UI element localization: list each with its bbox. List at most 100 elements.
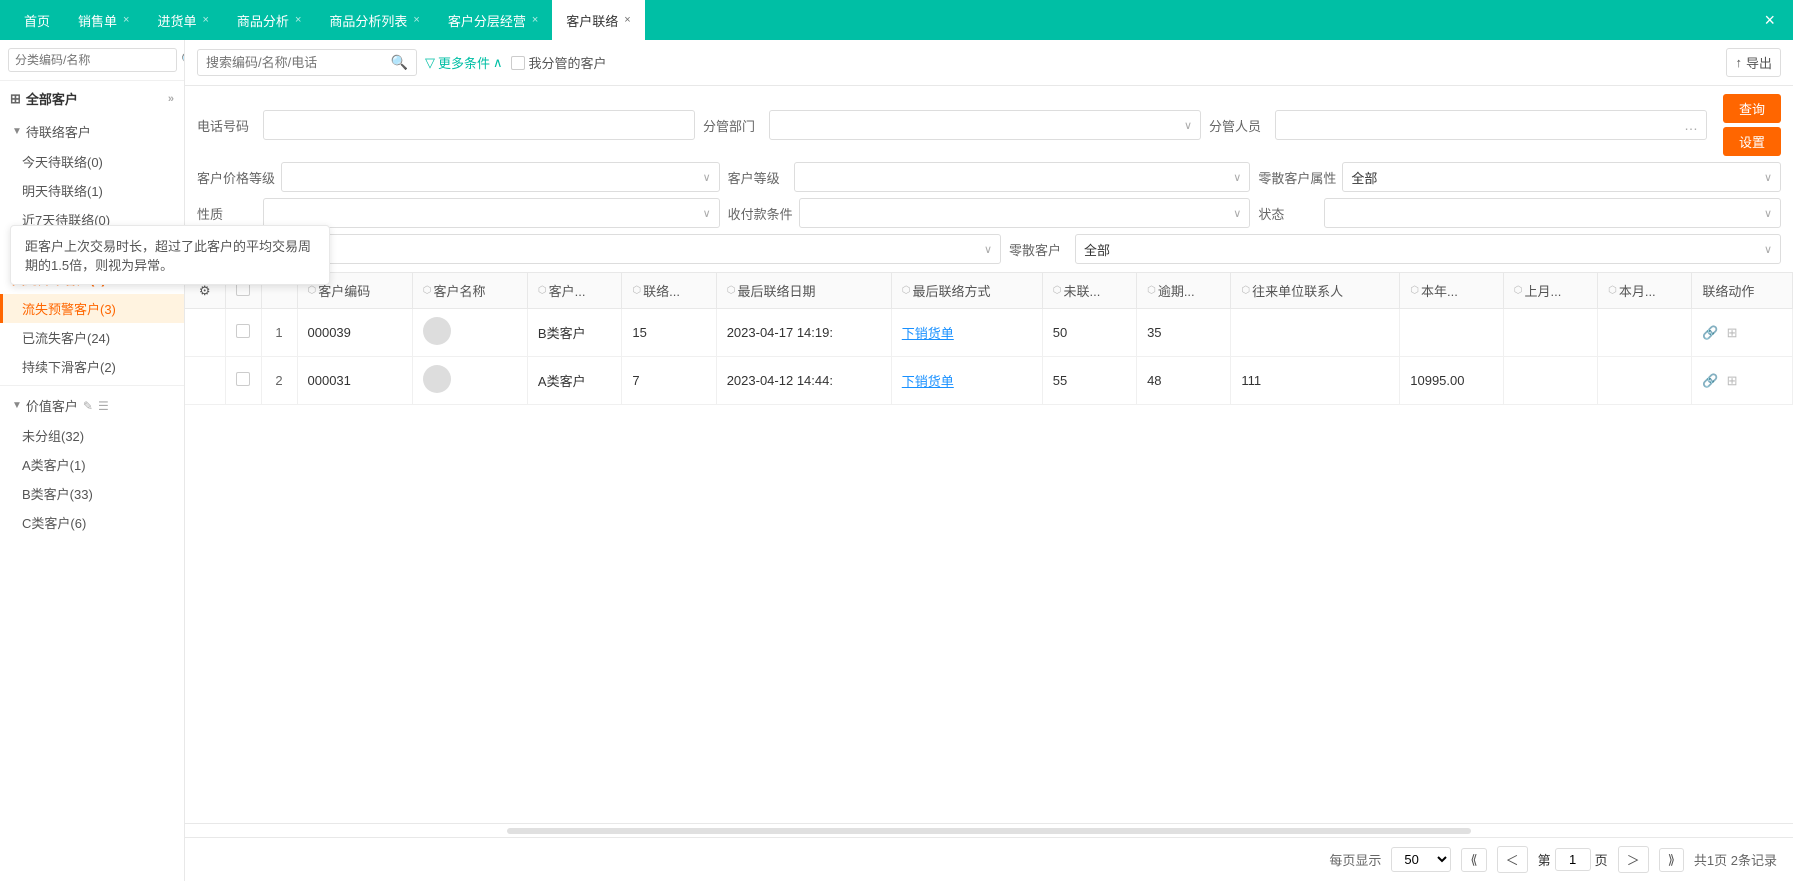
sort-icon[interactable]: ⬡ — [308, 285, 317, 296]
sidebar-search-area: 🔍 — [0, 40, 184, 81]
filter-retail-customer: 零散客户 全部 ∨ — [1009, 234, 1781, 264]
retail-customer-select[interactable]: 全部 ∨ — [1075, 234, 1781, 264]
grid-action-icon[interactable]: ⊞ — [1727, 373, 1738, 389]
next-page-button[interactable]: ＞ — [1618, 846, 1649, 873]
more-conditions-button[interactable]: ▽ 更多条件 ∧ — [425, 53, 503, 72]
my-customers-checkbox[interactable] — [511, 56, 525, 70]
sidebar-item-class-b[interactable]: B类客户(33) — [0, 479, 184, 508]
row-checkbox[interactable] — [236, 324, 250, 338]
close-icon[interactable]: × — [532, 14, 538, 26]
collapse-icon[interactable]: » — [168, 93, 174, 105]
sidebar-pending-group[interactable]: ▼ 待联络客户 — [0, 116, 184, 147]
action-icons: 🔗 ⊞ — [1702, 373, 1782, 389]
dept-select[interactable]: ∨ — [769, 110, 1201, 140]
nav-sales[interactable]: 销售单 × — [64, 0, 143, 40]
row-contact: 7 — [622, 357, 716, 405]
row-this-month — [1598, 357, 1692, 405]
action-icons: 🔗 ⊞ — [1702, 325, 1782, 341]
close-icon[interactable]: × — [413, 14, 419, 26]
row-type: B类客户 — [527, 309, 621, 357]
sidebar-item-class-a[interactable]: A类客户(1) — [0, 450, 184, 479]
nav-customer-contact[interactable]: 客户联络 × — [552, 0, 644, 40]
close-icon[interactable]: × — [624, 14, 630, 26]
table-container: ⚙ ⬡ 客户编码 — [185, 273, 1793, 823]
sort-icon[interactable]: ⬡ — [727, 285, 736, 296]
last-page-button[interactable]: ⟫ — [1659, 848, 1684, 872]
settings-button[interactable]: 设置 — [1723, 127, 1781, 156]
nav-purchase[interactable]: 进货单 × — [143, 0, 222, 40]
close-icon[interactable]: × — [123, 14, 129, 26]
tooltip: 距客户上次交易时长，超过了此客户的平均交易周期的1.5倍，则视为异常。 — [10, 225, 330, 285]
col-this-month: ⬡ 本月... — [1598, 273, 1692, 309]
gender-select[interactable]: ∨ — [263, 198, 720, 228]
status-select[interactable]: ∨ — [1324, 198, 1781, 228]
col-this-year: ⬡ 本年... — [1400, 273, 1504, 309]
sidebar-item-class-c[interactable]: C类客户(6) — [0, 508, 184, 537]
link-icon[interactable]: 🔗 — [1702, 373, 1718, 389]
last-method-link[interactable]: 下销货单 — [902, 374, 954, 389]
window-close-button[interactable]: × — [1756, 10, 1783, 31]
query-button[interactable]: 查询 — [1723, 94, 1781, 123]
price-level-select[interactable]: ∨ — [281, 162, 720, 192]
sidebar-item-ungrouped[interactable]: 未分组(32) — [0, 421, 184, 450]
link-icon[interactable]: 🔗 — [1702, 325, 1718, 341]
chevron-down-icon: ∨ — [703, 171, 711, 184]
close-icon[interactable]: × — [202, 14, 208, 26]
config-icon[interactable]: ☰ — [98, 399, 109, 413]
sort-icon[interactable]: ⬡ — [1514, 285, 1523, 296]
nav-product-analysis-list[interactable]: 商品分析列表 × — [315, 0, 433, 40]
row-settings — [185, 357, 225, 405]
sidebar-search-input[interactable] — [8, 48, 177, 72]
search-icon[interactable]: 🔍 — [391, 54, 408, 71]
sidebar-item-declining[interactable]: 持续下滑客户(2) — [0, 352, 184, 381]
filter-actions: 查询 设置 — [1723, 94, 1781, 156]
edit-icon[interactable]: ✎ — [83, 399, 93, 413]
row-checkbox[interactable] — [236, 372, 250, 386]
last-method-link[interactable]: 下销货单 — [902, 326, 954, 341]
row-last-month — [1503, 357, 1597, 405]
row-name — [412, 357, 527, 405]
nav-home[interactable]: 首页 — [10, 0, 64, 40]
close-icon[interactable]: × — [295, 14, 301, 26]
customer-type-select[interactable]: ∨ — [295, 234, 1001, 264]
prev-page-button[interactable]: ＜ — [1497, 846, 1528, 873]
row-overdue: 48 — [1137, 357, 1231, 405]
sort-icon[interactable]: ⬡ — [1147, 285, 1156, 296]
row-partner-contact — [1231, 309, 1400, 357]
sort-icon[interactable]: ⬡ — [1410, 285, 1419, 296]
sort-icon[interactable]: ⬡ — [1241, 285, 1250, 296]
sidebar-item-churned[interactable]: 已流失客户(24) — [0, 323, 184, 352]
grid-action-icon[interactable]: ⊞ — [1727, 325, 1738, 341]
sort-icon[interactable]: ⬡ — [632, 285, 641, 296]
person-select[interactable]: … — [1275, 110, 1707, 140]
sidebar-value-group[interactable]: ▼ 价值客户 ✎ ☰ — [0, 390, 184, 421]
first-page-button[interactable]: ⟪ — [1461, 848, 1486, 872]
sort-icon[interactable]: ⬡ — [423, 285, 432, 296]
sort-icon[interactable]: ⬡ — [1608, 285, 1617, 296]
per-page-select[interactable]: 50 20 100 — [1391, 847, 1451, 872]
customer-level-select[interactable]: ∨ — [794, 162, 1251, 192]
retail-attr-select[interactable]: 全部 ∨ — [1342, 162, 1781, 192]
sort-icon[interactable]: ⬡ — [1053, 285, 1062, 296]
dots-icon[interactable]: … — [1684, 117, 1698, 133]
sidebar-all-customers[interactable]: ⊞ 全部客户 » — [0, 81, 184, 116]
nav-customer-tier[interactable]: 客户分层经营 × — [434, 0, 552, 40]
horizontal-scrollbar[interactable] — [507, 828, 1472, 834]
row-num: 1 — [261, 309, 297, 357]
page-input[interactable] — [1555, 848, 1591, 871]
nav-product-analysis[interactable]: 商品分析 × — [223, 0, 315, 40]
sort-icon[interactable]: ⬡ — [902, 285, 911, 296]
my-customers-toggle[interactable]: 我分管的客户 — [511, 53, 607, 72]
export-button[interactable]: ↑ 导出 — [1726, 48, 1781, 77]
phone-input[interactable] — [263, 110, 695, 140]
sidebar-item-today[interactable]: 今天待联络(0) — [0, 147, 184, 176]
filter-status: 状态 ∨ — [1258, 198, 1781, 228]
main-search-input[interactable] — [206, 55, 391, 70]
grid-icon: ⊞ — [10, 91, 21, 107]
sidebar-item-tomorrow[interactable]: 明天待联络(1) — [0, 176, 184, 205]
sidebar-item-churn-warning[interactable]: 流失预警客户(3) — [0, 294, 184, 323]
payment-select[interactable]: ∨ — [799, 198, 1251, 228]
filter-price-level: 客户价格等级 ∨ — [197, 162, 720, 192]
chevron-down-icon: ∨ — [1184, 119, 1192, 132]
sort-icon[interactable]: ⬡ — [538, 285, 547, 296]
